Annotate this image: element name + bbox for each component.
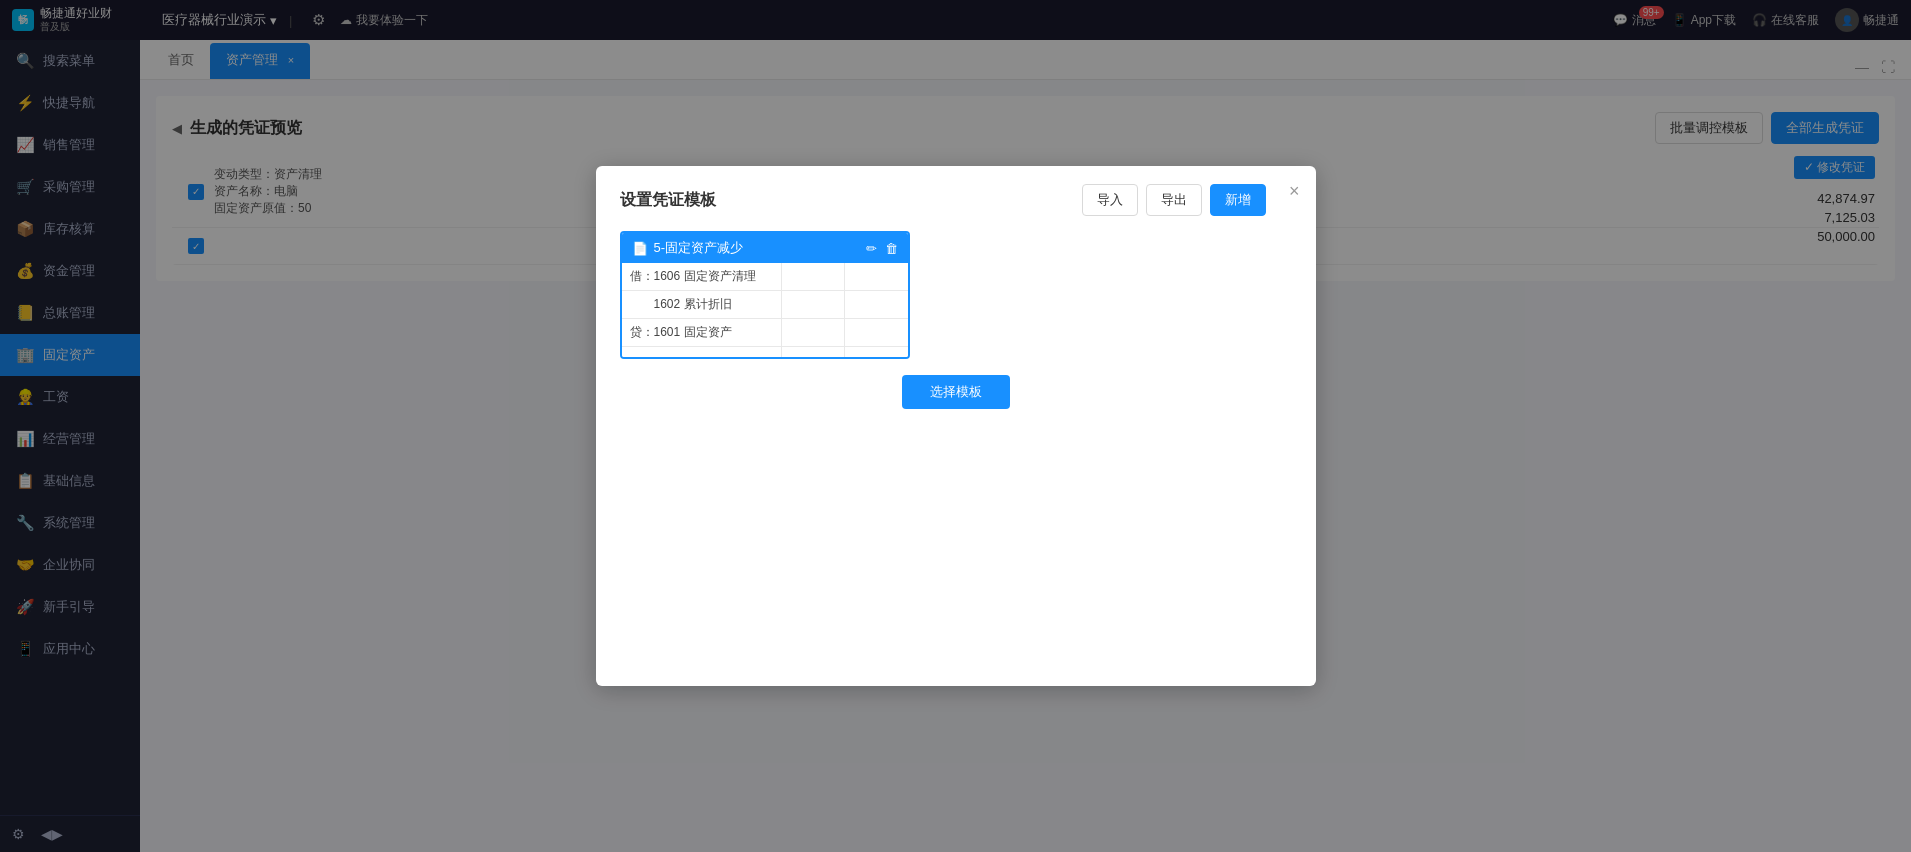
template-card-actions: ✏ 🗑 <box>866 241 898 256</box>
template-account-1: 借：1606 固定资产清理 <box>622 263 782 290</box>
template-debit-3 <box>782 319 845 346</box>
export-btn[interactable]: 导出 <box>1146 184 1202 216</box>
template-credit-2 <box>845 291 908 318</box>
template-card-header-left: 📄 5-固定资产减少 <box>632 239 744 257</box>
template-account-3: 贷：1601 固定资产 <box>622 319 782 346</box>
select-template-btn[interactable]: 选择模板 <box>902 375 1010 409</box>
template-title: 5-固定资产减少 <box>654 239 744 257</box>
template-edit-icon[interactable]: ✏ <box>866 241 877 256</box>
template-delete-icon[interactable]: 🗑 <box>885 241 898 256</box>
template-card-header: 📄 5-固定资产减少 ✏ 🗑 <box>622 233 908 263</box>
template-debit-4 <box>782 347 845 357</box>
template-card: 📄 5-固定资产减少 ✏ 🗑 借：1606 固定资产清理 <box>620 231 910 359</box>
template-account-4 <box>622 347 782 357</box>
page-content: ◀ 生成的凭证预览 批量调控模板 全部生成凭证 ✓ 变动类型：资产清理 资产名 <box>140 80 1911 852</box>
modal-close-btn[interactable]: × <box>1289 182 1300 200</box>
template-row-3: 贷：1601 固定资产 <box>622 319 908 347</box>
template-debit-2 <box>782 291 845 318</box>
template-credit-1 <box>845 263 908 290</box>
template-card-body: 借：1606 固定资产清理 1602 累计折旧 贷：1601 固定资产 <box>622 263 908 357</box>
template-row-2: 1602 累计折旧 <box>622 291 908 319</box>
template-account-2: 1602 累计折旧 <box>622 291 782 318</box>
import-btn[interactable]: 导入 <box>1082 184 1138 216</box>
template-row-4 <box>622 347 908 357</box>
new-template-btn[interactable]: 新增 <box>1210 184 1266 216</box>
template-doc-icon: 📄 <box>632 241 648 256</box>
modal-dialog: 设置凭证模板 × 导入 导出 新增 📄 5-固定资产减少 <box>596 166 1316 686</box>
template-row-1: 借：1606 固定资产清理 <box>622 263 908 291</box>
modal-toolbar: 导入 导出 新增 <box>1082 184 1266 216</box>
content-area: 首页 资产管理 × — ⛶ ◀ 生成的凭证预览 批 <box>140 40 1911 852</box>
modal-backdrop: 设置凭证模板 × 导入 导出 新增 📄 5-固定资产减少 <box>140 80 1911 852</box>
template-credit-3 <box>845 319 908 346</box>
template-credit-4 <box>845 347 908 357</box>
main-layout: 🔍 搜索菜单 ⚡ 快捷导航 📈 销售管理 🛒 采购管理 📦 库存核算 💰 资金管… <box>0 40 1911 852</box>
template-debit-1 <box>782 263 845 290</box>
